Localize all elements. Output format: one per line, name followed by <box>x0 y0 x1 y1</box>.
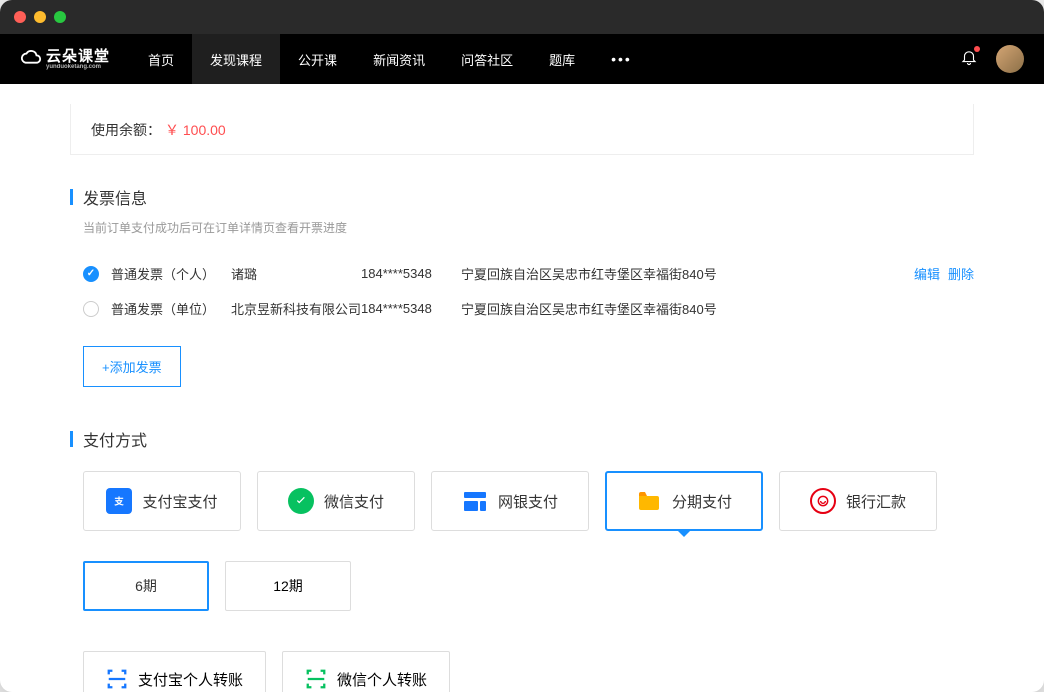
installment-option-0[interactable]: 6期 <box>83 561 209 611</box>
payment-option-label: 微信支付 <box>324 491 384 512</box>
payment-section-title: 支付方式 <box>70 427 974 451</box>
payment-option-label: 网银支付 <box>498 491 558 512</box>
invoice-radio[interactable] <box>83 266 99 282</box>
payment-options: 支 支付宝支付 微信支付 网银支付 分期支付 银行汇款 <box>70 471 974 531</box>
window-titlebar <box>0 0 1044 34</box>
invoice-section-title: 发票信息 <box>70 185 974 209</box>
invoice-delete-link[interactable]: 删除 <box>948 267 974 282</box>
installment-option-1[interactable]: 12期 <box>225 561 351 611</box>
window-maximize-button[interactable] <box>54 11 66 23</box>
balance-value: ￥ 100.00 <box>165 122 226 138</box>
invoice-edit-link[interactable]: 编辑 <box>914 267 940 282</box>
payment-option-label: 分期支付 <box>672 491 732 512</box>
invoice-name: 诸璐 <box>231 264 361 283</box>
brand-domain: yunduoketang.com <box>46 64 110 70</box>
invoice-row: 普通发票（单位）北京昱新科技有限公司184****5348宁夏回族自治区吴忠市红… <box>70 291 974 326</box>
main-nav: 首页发现课程公开课新闻资讯问答社区题库 <box>130 34 593 84</box>
nav-item-0[interactable]: 首页 <box>130 34 192 84</box>
invoice-phone: 184****5348 <box>361 266 461 281</box>
invoice-type: 普通发票（个人） <box>111 264 231 283</box>
invoice-list: 普通发票（个人）诸璐184****5348宁夏回族自治区吴忠市红寺堡区幸福街84… <box>70 256 974 326</box>
nav-more-button[interactable]: ••• <box>593 51 650 67</box>
invoice-radio[interactable] <box>83 301 99 317</box>
alipay-scan-icon <box>106 668 128 690</box>
payment-option-installment[interactable]: 分期支付 <box>605 471 763 531</box>
payment-option-bank[interactable]: 银行汇款 <box>779 471 937 531</box>
invoice-address: 宁夏回族自治区吴忠市红寺堡区幸福街840号 <box>461 299 974 318</box>
transfer-option-1[interactable]: 微信个人转账 <box>282 651 450 692</box>
window-close-button[interactable] <box>14 11 26 23</box>
app-window: 云朵课堂 yunduoketang.com 首页发现课程公开课新闻资讯问答社区题… <box>0 0 1044 692</box>
unionpay-icon <box>462 488 488 514</box>
invoice-address: 宁夏回族自治区吴忠市红寺堡区幸福街840号 <box>461 264 906 283</box>
user-avatar[interactable] <box>996 45 1024 73</box>
svg-text:支: 支 <box>114 495 125 506</box>
payment-option-label: 银行汇款 <box>846 491 906 512</box>
window-minimize-button[interactable] <box>34 11 46 23</box>
invoice-actions: 编辑删除 <box>906 264 974 283</box>
app-header: 云朵课堂 yunduoketang.com 首页发现课程公开课新闻资讯问答社区题… <box>0 34 1044 84</box>
payment-option-unionpay[interactable]: 网银支付 <box>431 471 589 531</box>
nav-item-4[interactable]: 问答社区 <box>443 34 531 84</box>
invoice-row: 普通发票（个人）诸璐184****5348宁夏回族自治区吴忠市红寺堡区幸福街84… <box>70 256 974 291</box>
transfer-option-label: 微信个人转账 <box>337 669 427 690</box>
payment-option-label: 支付宝支付 <box>142 491 217 512</box>
add-invoice-button[interactable]: +添加发票 <box>83 346 181 387</box>
brand-logo[interactable]: 云朵课堂 yunduoketang.com <box>20 48 110 70</box>
notification-dot-icon <box>974 46 980 52</box>
invoice-name: 北京昱新科技有限公司 <box>231 299 361 318</box>
wechat-icon <box>288 488 314 514</box>
transfer-option-0[interactable]: 支付宝个人转账 <box>83 651 266 692</box>
bank-icon <box>810 488 836 514</box>
payment-option-wechat[interactable]: 微信支付 <box>257 471 415 531</box>
cloud-icon <box>20 48 42 70</box>
invoice-phone: 184****5348 <box>361 301 461 316</box>
installment-icon <box>636 488 662 514</box>
balance-box: 使用余额：￥ 100.00 <box>70 104 974 155</box>
wechat-scan-icon <box>305 668 327 690</box>
payment-option-alipay[interactable]: 支 支付宝支付 <box>83 471 241 531</box>
alipay-icon: 支 <box>106 488 132 514</box>
invoice-section-subtitle: 当前订单支付成功后可在订单详情页查看开票进度 <box>70 219 974 236</box>
nav-item-1[interactable]: 发现课程 <box>192 34 280 84</box>
brand-name: 云朵课堂 <box>46 49 110 64</box>
nav-item-2[interactable]: 公开课 <box>280 34 355 84</box>
invoice-type: 普通发票（单位） <box>111 299 231 318</box>
nav-item-5[interactable]: 题库 <box>531 34 593 84</box>
page-content: 使用余额：￥ 100.00 发票信息 当前订单支付成功后可在订单详情页查看开票进… <box>0 84 1044 692</box>
transfer-options: 支付宝个人转账 微信个人转账 <box>70 651 974 692</box>
nav-item-3[interactable]: 新闻资讯 <box>355 34 443 84</box>
notification-bell[interactable] <box>960 48 978 71</box>
transfer-option-label: 支付宝个人转账 <box>138 669 243 690</box>
balance-label: 使用余额： <box>91 122 161 138</box>
installment-options: 6期 12期 <box>70 561 974 611</box>
